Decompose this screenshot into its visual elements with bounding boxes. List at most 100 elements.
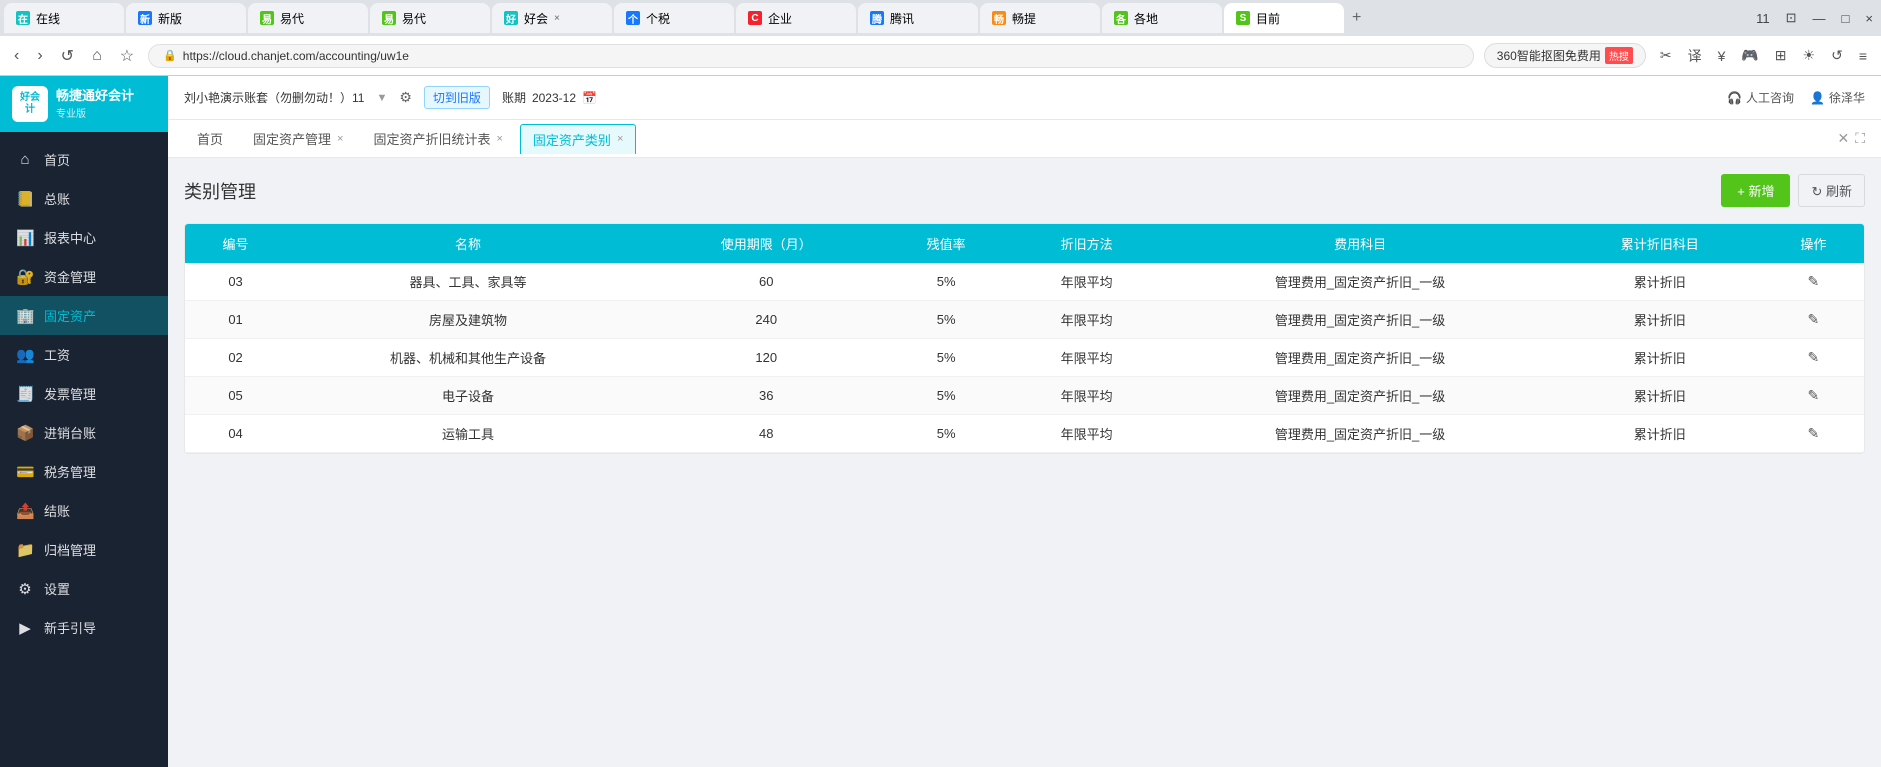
refresh-button[interactable]: ↻ 刷新 bbox=[1798, 174, 1865, 207]
cell-residual-0: 5% bbox=[882, 263, 1009, 301]
new-tab-button[interactable]: + bbox=[1346, 9, 1367, 27]
minimize-icon[interactable]: — bbox=[1809, 11, 1830, 26]
calendar-icon[interactable]: 📅 bbox=[582, 91, 597, 105]
funds-icon: 🔐 bbox=[16, 268, 34, 286]
table-row: 02 机器、机械和其他生产设备 120 5% 年限平均 管理费用_固定资产折旧_… bbox=[185, 339, 1864, 377]
tab-count[interactable]: 11 bbox=[1752, 11, 1774, 26]
cell-op-2[interactable]: ✎ bbox=[1763, 339, 1864, 377]
browser-tab-4[interactable]: 易 易代 bbox=[370, 3, 490, 33]
browser-tab-7[interactable]: C 企业 bbox=[736, 3, 856, 33]
cell-code-3: 05 bbox=[185, 377, 286, 415]
wallet-icon[interactable]: ¥ bbox=[1714, 48, 1730, 64]
address-input-bar[interactable]: 🔒 https://cloud.chanjet.com/accounting/u… bbox=[148, 44, 1474, 68]
browser-tab-10[interactable]: 各 各地 bbox=[1102, 3, 1222, 33]
browser-tab-8[interactable]: 腾 腾讯 bbox=[858, 3, 978, 33]
tab-icon-6: 个 bbox=[626, 11, 640, 25]
content-tab-home[interactable]: 首页 bbox=[184, 124, 236, 154]
ctab-close-fixed-assets-mgmt[interactable]: × bbox=[337, 133, 343, 145]
col-header-op: 操作 bbox=[1763, 224, 1864, 263]
browser-tab-9[interactable]: 畅 畅提 bbox=[980, 3, 1100, 33]
sidebar-item-settings[interactable]: ⚙ 设置 bbox=[0, 569, 168, 608]
sidebar-item-fixed-assets[interactable]: 🏢 固定资产 bbox=[0, 296, 168, 335]
undo-icon[interactable]: ↺ bbox=[1827, 47, 1847, 64]
period-value: 2023-12 bbox=[532, 91, 576, 105]
maximize-icon[interactable]: □ bbox=[1838, 11, 1854, 26]
user-avatar[interactable]: 👤 徐泽华 bbox=[1810, 89, 1865, 106]
sidebar-item-checkout[interactable]: 📤 结账 bbox=[0, 491, 168, 530]
reload-button[interactable]: ↺ bbox=[57, 44, 78, 68]
sidebar-item-home[interactable]: ⌂ 首页 bbox=[0, 140, 168, 179]
sidebar-item-reports[interactable]: 📊 报表中心 bbox=[0, 218, 168, 257]
cell-name-0: 器具、工具、家具等 bbox=[286, 263, 650, 301]
edit-icon-0[interactable]: ✎ bbox=[1808, 273, 1820, 289]
edit-icon-4[interactable]: ✎ bbox=[1808, 425, 1820, 441]
sidebar-item-guide[interactable]: ▶ 新手引导 bbox=[0, 608, 168, 647]
cell-name-2: 机器、机械和其他生产设备 bbox=[286, 339, 650, 377]
content-tab-fixed-assets-mgmt[interactable]: 固定资产管理 × bbox=[240, 124, 356, 154]
cell-op-1[interactable]: ✎ bbox=[1763, 301, 1864, 339]
content-tab-asset-category[interactable]: 固定资产类别 × bbox=[520, 124, 636, 154]
ctab-close-asset-category[interactable]: × bbox=[617, 133, 623, 145]
edit-icon-3[interactable]: ✎ bbox=[1808, 387, 1820, 403]
add-button[interactable]: + 新增 bbox=[1721, 174, 1790, 207]
checkout-icon: 📤 bbox=[16, 502, 34, 520]
browser-tab-6[interactable]: 个 个税 bbox=[614, 3, 734, 33]
bookmark-button[interactable]: ☆ bbox=[116, 44, 138, 68]
cell-op-4[interactable]: ✎ bbox=[1763, 415, 1864, 453]
customer-service-link[interactable]: 🎧 人工咨询 bbox=[1727, 89, 1794, 106]
col-header-name: 名称 bbox=[286, 224, 650, 263]
username-label: 徐泽华 bbox=[1829, 89, 1865, 106]
ctab-close-depreciation-stats[interactable]: × bbox=[496, 133, 502, 145]
sidebar-item-funds[interactable]: 🔐 资金管理 bbox=[0, 257, 168, 296]
browser-tab-2[interactable]: 新 新版 bbox=[126, 3, 246, 33]
cell-accum-3: 累计折旧 bbox=[1557, 377, 1763, 415]
dropdown-arrow-account[interactable]: ▼ bbox=[376, 92, 387, 104]
scissors-icon[interactable]: ✂ bbox=[1656, 47, 1676, 64]
forward-button[interactable]: › bbox=[33, 45, 46, 67]
sidebar-label-payroll: 工资 bbox=[44, 345, 70, 364]
edit-icon-1[interactable]: ✎ bbox=[1808, 311, 1820, 327]
tab-label-6: 个税 bbox=[646, 10, 670, 27]
content-tabs: 首页 固定资产管理 × 固定资产折旧统计表 × 固定资产类别 × ✕ ⛶ bbox=[168, 120, 1881, 158]
window-close-icon[interactable]: × bbox=[1861, 11, 1877, 26]
cell-op-3[interactable]: ✎ bbox=[1763, 377, 1864, 415]
tab-icon-1: 在 bbox=[16, 11, 30, 25]
cell-period-1: 240 bbox=[650, 301, 883, 339]
search-bar[interactable]: 360智能抠图免费用 热搜 bbox=[1484, 43, 1646, 68]
brand-title: 畅捷通好会计 bbox=[56, 88, 134, 105]
back-button[interactable]: ‹ bbox=[10, 45, 23, 67]
cell-code-0: 03 bbox=[185, 263, 286, 301]
sidebar-brand: 畅捷通好会计 专业版 bbox=[56, 88, 134, 120]
sidebar-item-payroll[interactable]: 👥 工资 bbox=[0, 335, 168, 374]
search-label: 360智能抠图免费用 bbox=[1497, 47, 1601, 64]
restore-icon[interactable]: ⊡ bbox=[1782, 10, 1801, 26]
browser-tab-5[interactable]: 好 好会 × bbox=[492, 3, 612, 33]
sidebar-item-purchase-sale[interactable]: 📦 进销台账 bbox=[0, 413, 168, 452]
sidebar-item-tax[interactable]: 💳 税务管理 bbox=[0, 452, 168, 491]
browser-tab-11[interactable]: S 目前 bbox=[1224, 3, 1344, 33]
tab-close-5[interactable]: × bbox=[554, 13, 560, 24]
switch-to-old-version-button[interactable]: 切到旧版 bbox=[424, 86, 490, 109]
cell-op-0[interactable]: ✎ bbox=[1763, 263, 1864, 301]
expand-window-button[interactable]: ⛶ bbox=[1855, 130, 1865, 147]
tax-icon: 💳 bbox=[16, 463, 34, 481]
col-header-expense: 费用科目 bbox=[1164, 224, 1557, 263]
browser-tab-3[interactable]: 易 易代 bbox=[248, 3, 368, 33]
grid-icon[interactable]: ⊞ bbox=[1771, 47, 1791, 64]
sidebar-item-invoice[interactable]: 🧾 发票管理 bbox=[0, 374, 168, 413]
account-name: 刘小艳演示账套（勿删勿动！）11 bbox=[184, 89, 364, 106]
edit-icon-2[interactable]: ✎ bbox=[1808, 349, 1820, 365]
sidebar-item-archive[interactable]: 📁 归档管理 bbox=[0, 530, 168, 569]
close-window-button[interactable]: ✕ bbox=[1837, 130, 1849, 147]
game-icon[interactable]: 🎮 bbox=[1737, 47, 1762, 64]
tab-window-controls: ✕ ⛶ bbox=[1837, 130, 1865, 147]
menu-icon[interactable]: ≡ bbox=[1855, 48, 1871, 64]
table-body: 03 器具、工具、家具等 60 5% 年限平均 管理费用_固定资产折旧_一级 累… bbox=[185, 263, 1864, 453]
content-tab-depreciation-stats[interactable]: 固定资产折旧统计表 × bbox=[360, 124, 515, 154]
sun-icon[interactable]: ☀ bbox=[1799, 47, 1820, 64]
settings-gear-icon[interactable]: ⚙ bbox=[399, 89, 412, 106]
browser-tab-1[interactable]: 在 在线 bbox=[4, 3, 124, 33]
sidebar-item-ledger[interactable]: 📒 总账 bbox=[0, 179, 168, 218]
translate-icon[interactable]: 译 bbox=[1684, 46, 1706, 66]
home-button[interactable]: ⌂ bbox=[88, 45, 106, 67]
